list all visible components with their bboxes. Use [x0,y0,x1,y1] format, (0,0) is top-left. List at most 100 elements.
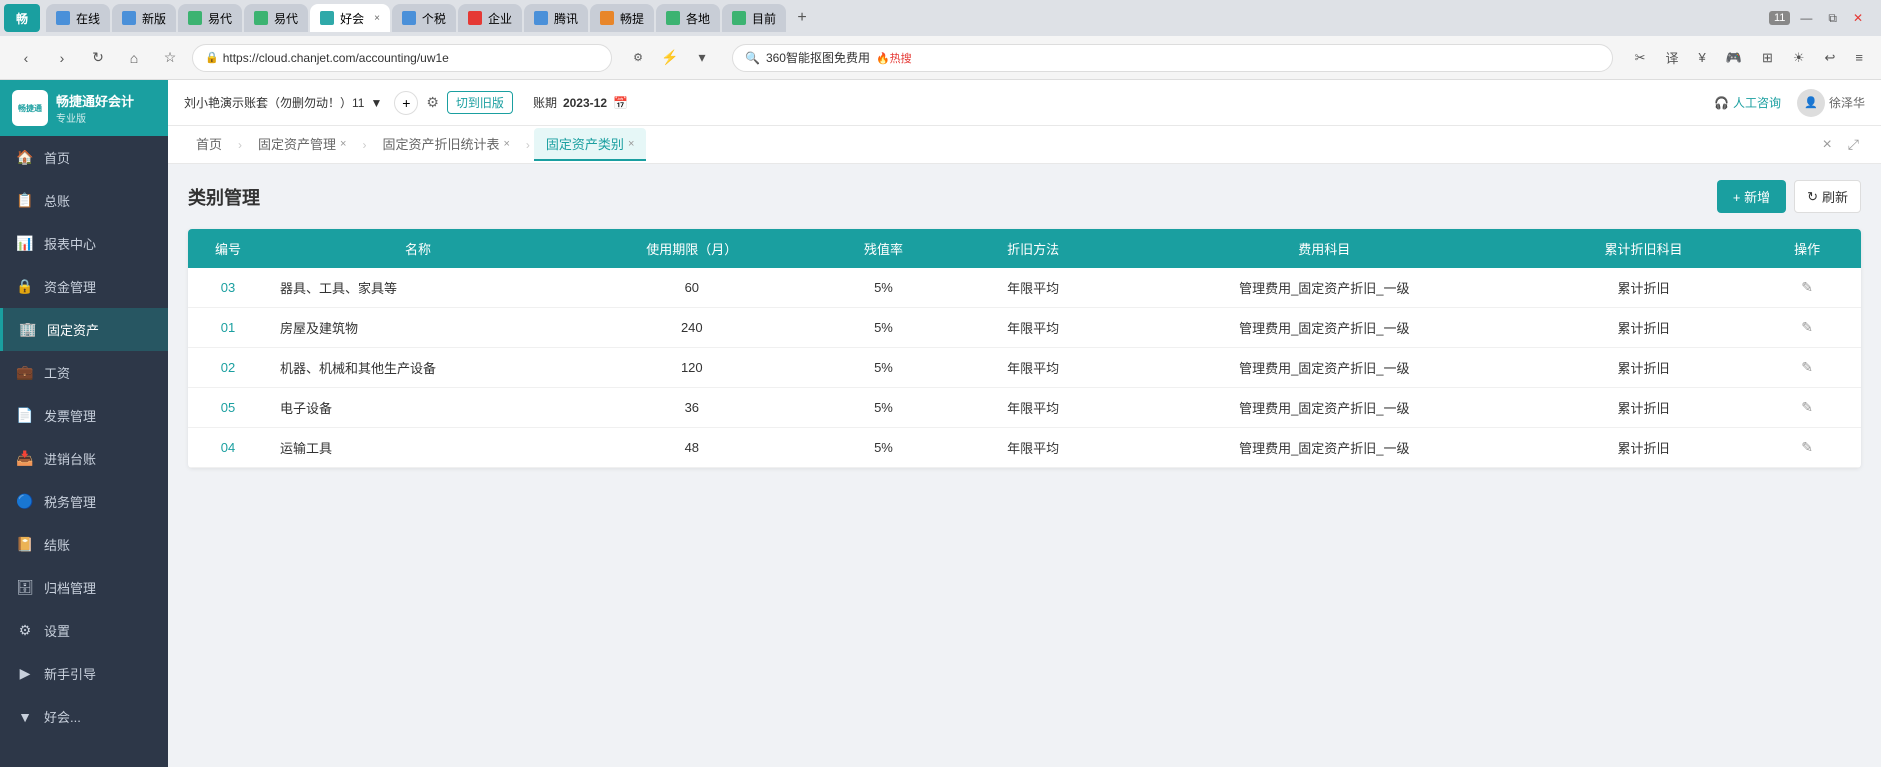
col-expense: 费用科目 [1115,229,1534,268]
cell-action-2: ✎ [1753,348,1861,388]
cell-action-3: ✎ [1753,388,1861,428]
col-residual: 残值率 [816,229,952,268]
browser-tab-haohui[interactable]: 好会 × [310,4,390,32]
cell-name-0: 器具、工具、家具等 [268,268,568,308]
breadcrumb-tab-fixed-mgmt[interactable]: 固定资产管理 × [246,128,358,161]
site-settings-btn[interactable]: ⚙ [624,44,652,72]
table-row: 03 器具、工具、家具等 60 5% 年限平均 管理费用_固定资产折旧_一级 累… [188,268,1861,308]
cell-id-0[interactable]: 03 [188,268,268,308]
panel-close-btn[interactable]: × [1816,136,1837,154]
dropdown-btn[interactable]: ▾ [688,44,716,72]
browser-tab-yidai2[interactable]: 易代 [244,4,308,32]
sidebar-item-payroll[interactable]: 💼 工资 [0,351,168,394]
window-close-btn[interactable]: ✕ [1847,9,1869,27]
search-bar[interactable]: 🔍 360智能抠图免费用 🔥热搜 [732,44,1613,72]
switch-view-btn[interactable]: 切到旧版 [447,91,513,114]
cell-id-3[interactable]: 05 [188,388,268,428]
browser-tab-tencent[interactable]: 腾讯 [524,4,588,32]
cell-id-4[interactable]: 04 [188,428,268,468]
browser-tab-new[interactable]: 新版 [112,4,176,32]
breadcrumb-tab-depreciation[interactable]: 固定资产折旧统计表 × [370,128,521,161]
bookmark-button[interactable]: ☆ [156,44,184,72]
cell-residual-2: 5% [816,348,952,388]
close-category-tab[interactable]: × [628,138,634,150]
settings-btn[interactable]: ⚙ [426,94,439,111]
edit-btn-2[interactable]: ✎ [1801,359,1813,375]
sidebar-item-funds[interactable]: 🔒 资金管理 [0,265,168,308]
sidebar-item-home[interactable]: 🏠 首页 [0,136,168,179]
sidebar-item-ledger[interactable]: 📋 总账 [0,179,168,222]
browser-tab-tax[interactable]: 个税 [392,4,456,32]
browser-tab-gedi[interactable]: 各地 [656,4,720,32]
window-restore-btn[interactable]: ⧉ [1822,9,1843,28]
url-bar[interactable]: 🔒 https://cloud.chanjet.com/accounting/u… [192,44,612,72]
grid-btn[interactable]: ⊞ [1756,48,1779,68]
breadcrumb-tab-home[interactable]: 首页 [184,128,234,161]
sidebar-item-fixed-assets[interactable]: 🏢 固定资产 [0,308,168,351]
cell-period-1: 240 [568,308,816,348]
cell-name-2: 机器、机械和其他生产设备 [268,348,568,388]
tab-close-haohui[interactable]: × [374,13,380,24]
scissors-btn[interactable]: ✂ [1629,48,1652,68]
home-button[interactable]: ⌂ [120,44,148,72]
tab-label-tencent: 腾讯 [554,10,578,27]
edit-btn-0[interactable]: ✎ [1801,279,1813,295]
close-fixed-mgmt-tab[interactable]: × [340,138,346,150]
sidebar-label-tax: 税务管理 [44,492,96,511]
table-row: 01 房屋及建筑物 240 5% 年限平均 管理费用_固定资产折旧_一级 累计折… [188,308,1861,348]
sidebar-item-more[interactable]: ▼ 好会... [0,695,168,738]
more-btn[interactable]: ≡ [1849,48,1869,67]
sidebar-item-settings[interactable]: ⚙ 设置 [0,609,168,652]
breadcrumb-sep-1: › [238,138,242,152]
sidebar-item-closing[interactable]: 📔 结账 [0,523,168,566]
service-container: 🎧 人工咨询 [1714,94,1781,111]
edit-btn-1[interactable]: ✎ [1801,319,1813,335]
sidebar-label-reports: 报表中心 [44,234,96,253]
sun-btn[interactable]: ☀ [1787,48,1811,68]
browser-tab-enterprise[interactable]: 企业 [458,4,522,32]
cell-accumulated-3: 累计折旧 [1534,388,1754,428]
add-account-btn[interactable]: + [394,91,418,115]
refresh-btn[interactable]: ↻ 刷新 [1794,180,1861,213]
browser-tab-online[interactable]: 在线 [46,4,110,32]
sidebar-item-reports[interactable]: 📊 报表中心 [0,222,168,265]
edit-btn-4[interactable]: ✎ [1801,439,1813,455]
url-text: https://cloud.chanjet.com/accounting/uw1… [223,51,449,65]
sidebar-item-guide[interactable]: ▶ 新手引导 [0,652,168,695]
sidebar-item-archive[interactable]: 🗄 归档管理 [0,566,168,609]
back-button[interactable]: ‹ [12,44,40,72]
tab-icon-yidai2 [254,11,268,25]
history-btn[interactable]: ↩ [1819,48,1842,68]
page-title: 类别管理 [188,184,260,210]
browser-tab-muqian[interactable]: 目前 [722,4,786,32]
add-category-btn[interactable]: + 新增 [1717,180,1786,213]
col-id: 编号 [188,229,268,268]
lightning-btn[interactable]: ⚡ [656,44,684,72]
new-tab-button[interactable]: + [788,4,816,32]
sidebar-item-tax[interactable]: 🔵 税务管理 [0,480,168,523]
cell-id-1[interactable]: 01 [188,308,268,348]
service-label[interactable]: 人工咨询 [1733,94,1781,111]
edit-btn-3[interactable]: ✎ [1801,399,1813,415]
cell-residual-3: 5% [816,388,952,428]
browser-tab-changtui[interactable]: 畅提 [590,4,654,32]
sidebar-item-purchase-sale[interactable]: 📥 进销台账 [0,437,168,480]
translate-btn[interactable]: 译 [1660,46,1685,69]
reload-button[interactable]: ↻ [84,44,112,72]
browser-tab-yidai1[interactable]: 易代 [178,4,242,32]
cell-expense-2: 管理费用_固定资产折旧_一级 [1115,348,1534,388]
sidebar-item-invoice[interactable]: 📄 发票管理 [0,394,168,437]
forward-button[interactable]: › [48,44,76,72]
cell-id-2[interactable]: 02 [188,348,268,388]
calendar-icon[interactable]: 📅 [613,96,628,110]
wallet-btn[interactable]: ¥ [1693,48,1712,67]
panel-maximize-btn[interactable]: ⤢ [1842,136,1865,154]
user-dropdown-icon[interactable]: ▼ [370,96,382,110]
window-minimize-btn[interactable]: — [1794,9,1818,27]
game-btn[interactable]: 🎮 [1720,48,1748,68]
col-accumulated: 累计折旧科目 [1534,229,1754,268]
breadcrumb-tab-category[interactable]: 固定资产类别 × [534,128,646,161]
close-depreciation-tab[interactable]: × [503,138,509,150]
period-value: 2023-12 [563,96,607,110]
cell-accumulated-2: 累计折旧 [1534,348,1754,388]
